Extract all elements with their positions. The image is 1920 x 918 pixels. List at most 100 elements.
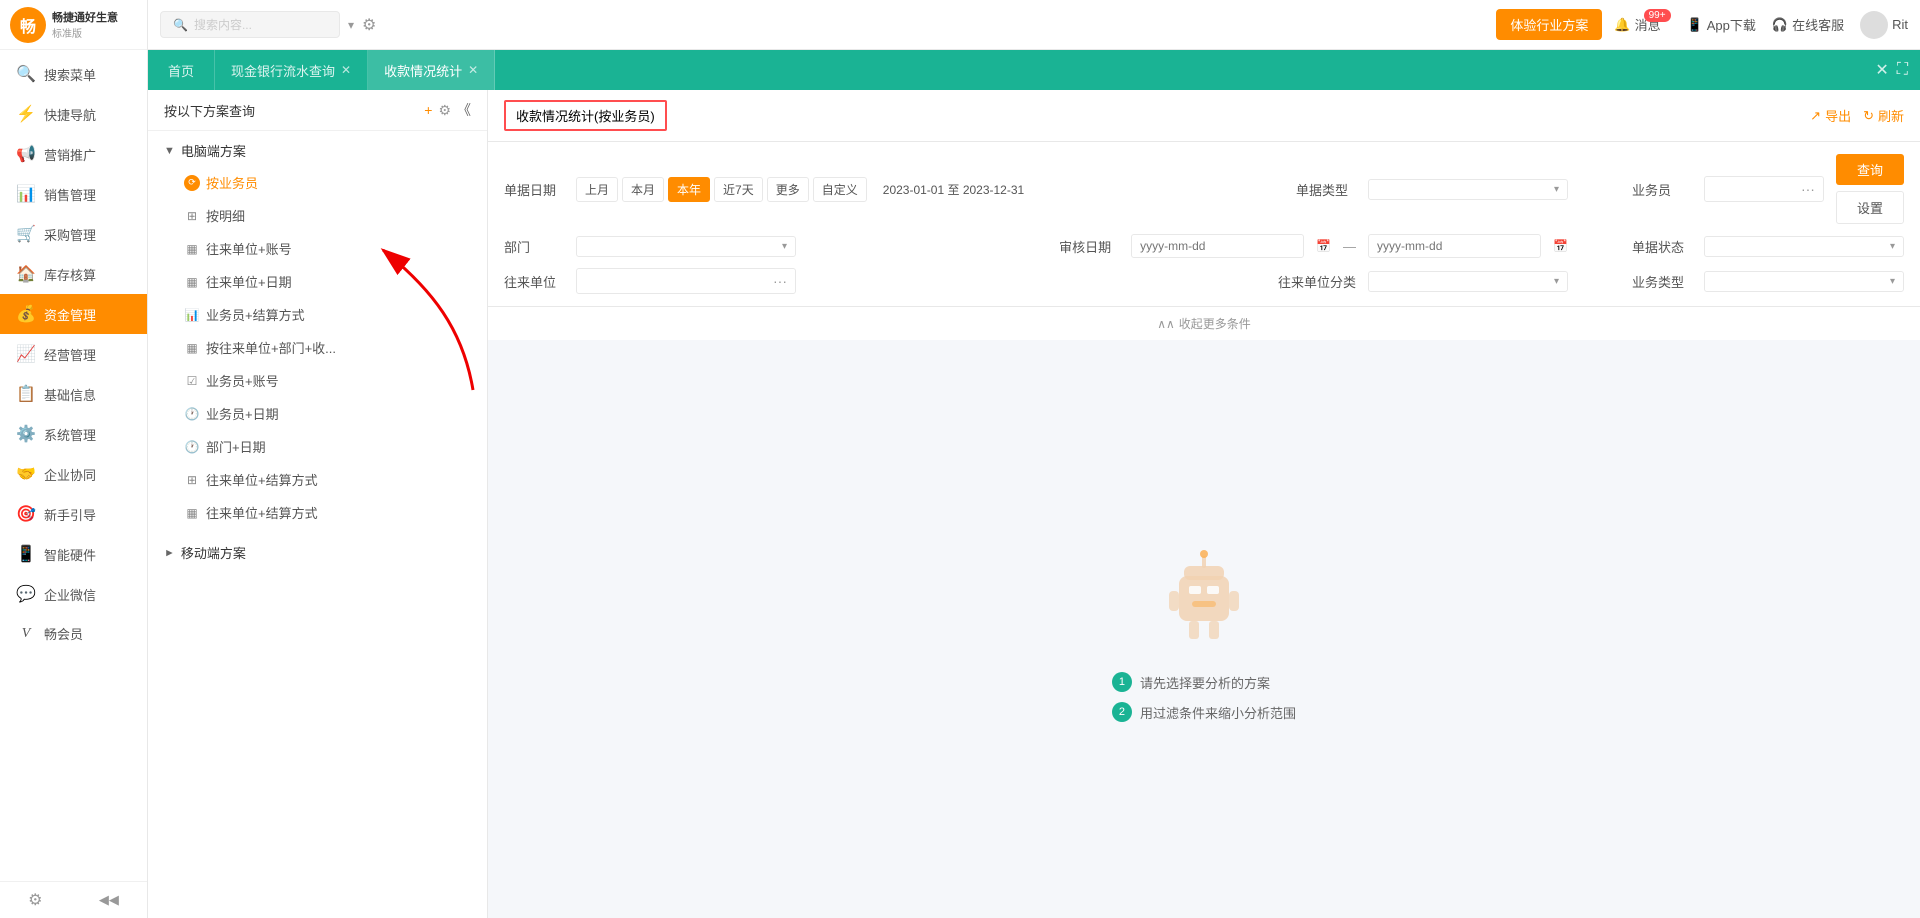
home-tab-label: 首页 [168,61,194,80]
notification-button[interactable]: 🔔 消息 99+ [1614,15,1660,34]
doc-status-select[interactable]: ▾ [1704,236,1904,257]
inventory-icon: 🏠 [16,264,36,284]
staff-more-icon[interactable]: ··· [1801,181,1815,197]
scheme-item-unit-date-label: 往来单位+日期 [206,272,292,291]
sidebar-item-operation[interactable]: 📈 经营管理 [0,334,147,374]
sidebar-item-wechat[interactable]: 💬 企业微信 [0,574,147,614]
sidebar-item-search[interactable]: 🔍 搜索菜单 [0,54,147,94]
scheme-group-mobile-header[interactable]: ▼ 移动端方案 [148,537,487,568]
date-btn-last-month[interactable]: 上月 [576,177,618,202]
scheme-item-unit-dept[interactable]: ▦ 按往来单位+部门+收... [148,331,487,364]
scheme-item-staff-account-label: 业务员+账号 [206,371,279,390]
maximize-icon[interactable]: ⛶ [1897,61,1908,79]
date-btn-7days[interactable]: 近7天 [714,177,763,202]
settings-button[interactable]: 设置 [1836,191,1904,224]
biz-type-select[interactable]: ▾ [1704,271,1904,292]
sidebar-item-system[interactable]: ⚙️ 系统管理 [0,414,147,454]
scheme-item-unit-settlement1[interactable]: ⊞ 往来单位+结算方式 [148,463,487,496]
staff-label: 业务员 [1632,180,1692,199]
query-button[interactable]: 查询 [1836,154,1904,185]
sidebar-item-shortcut[interactable]: ⚡ 快捷导航 [0,94,147,134]
scheme-item-unit-account[interactable]: ▦ 往来单位+账号 [148,232,487,265]
doc-type-select[interactable]: ▾ [1368,179,1568,200]
topbar-gear-icon[interactable]: ⚙ [362,15,376,35]
collection-tab-close[interactable]: ✕ [468,63,478,77]
date-label: 单据日期 [504,180,564,199]
sidebar-item-hardware[interactable]: 📱 智能硬件 [0,534,147,574]
calendar-to-icon[interactable]: 📅 [1553,239,1568,253]
sidebar-item-sales[interactable]: 📊 销售管理 [0,174,147,214]
purchase-icon: 🛒 [16,224,36,244]
scheme-item-detail[interactable]: ⊞ 按明细 [148,199,487,232]
sidebar-item-finance[interactable]: 💰 资金管理 [0,294,147,334]
partner-dots[interactable]: ··· [773,273,787,289]
tab-home[interactable]: 首页 [148,50,215,90]
sidebar-item-inventory[interactable]: 🏠 库存核算 [0,254,147,294]
collapse-sidebar-icon[interactable]: ◀◀ [99,892,119,908]
calendar-from-icon[interactable]: 📅 [1316,239,1331,253]
scheme-header: 按以下方案查询 + ⚙ 《 [148,90,487,131]
bank-tab-close[interactable]: ✕ [341,63,351,77]
corp-icon: 🤝 [16,464,36,484]
user-profile[interactable]: Rit [1860,11,1908,39]
bell-icon: 🔔 [1614,17,1630,33]
scheme-group-pc-header[interactable]: ▼ 电脑端方案 [148,135,487,166]
scheme-item-staff-account[interactable]: ☑ 业务员+账号 [148,364,487,397]
topbar-dropdown-icon[interactable]: ▾ [348,18,354,32]
partner-label: 往来单位 [504,272,564,291]
tab-collection[interactable]: 收款情况统计 ✕ [368,50,495,90]
scheme-item-unit-settlement2[interactable]: ▦ 往来单位+结算方式 [148,496,487,529]
scheme-settings-icon[interactable]: ⚙ [438,102,451,119]
sidebar-item-member[interactable]: V 畅会员 [0,614,147,653]
sidebar-item-corp[interactable]: 🤝 企业协同 [0,454,147,494]
scheme-item-detail-label: 按明细 [206,206,245,225]
page-header-actions: ↗ 导出 ↻ 刷新 [1810,106,1904,125]
dept-label: 部门 [504,237,564,256]
sidebar-item-purchase[interactable]: 🛒 采购管理 [0,214,147,254]
audit-date-from[interactable] [1131,234,1304,258]
sales-icon: 📊 [16,184,36,204]
base-icon: 📋 [16,384,36,404]
group-title-mobile: 移动端方案 [181,543,246,562]
sidebar-item-guide[interactable]: 🎯 新手引导 [0,494,147,534]
scheme-group-mobile: ▼ 移动端方案 [148,533,487,572]
scheme-collapse-icon[interactable]: 《 [457,100,471,120]
scheme-item-unit-date[interactable]: ▦ 往来单位+日期 [148,265,487,298]
filter-row-2: 部门 ▾ 审核日期 📅 — 📅 单据状态 [504,234,1904,258]
tip-text-2: 用过滤条件来缩小分析范围 [1140,703,1296,722]
close-window-icon[interactable]: ✕ [1875,60,1888,80]
app-download-button[interactable]: 📱 App下载 [1687,15,1756,34]
partner-category-select[interactable]: ▾ [1368,271,1568,292]
scheme-item-staff-date[interactable]: 🕐 业务员+日期 [148,397,487,430]
export-button[interactable]: ↗ 导出 [1810,106,1851,125]
scheme-item-dept-date[interactable]: 🕐 部门+日期 [148,430,487,463]
scheme-item-staff-settlement[interactable]: 📊 业务员+结算方式 [148,298,487,331]
dept-select[interactable]: ▾ [576,236,796,257]
tab-bank[interactable]: 现金银行流水查询 ✕ [215,50,368,90]
collapse-bar[interactable]: ∧∧ 收起更多条件 [488,307,1920,340]
guide-icon: 🎯 [16,504,36,524]
sidebar-item-marketing[interactable]: 📢 营销推广 [0,134,147,174]
scheme-add-icon[interactable]: + [424,102,432,118]
dept-chevron: ▾ [782,241,787,252]
staff-select[interactable]: ··· [1704,176,1824,202]
date-btn-custom[interactable]: 自定义 [813,177,867,202]
logo-area: 畅 畅捷通好生意 标准版 [0,0,147,50]
empty-illustration [1144,536,1264,656]
unit-dept-icon: ▦ [184,340,200,356]
scheme-item-staff[interactable]: ⟳ 按业务员 [148,166,487,199]
online-service-button[interactable]: 🎧 在线客服 [1772,15,1844,34]
sidebar-item-base[interactable]: 📋 基础信息 [0,374,147,414]
tip-text-1: 请先选择要分析的方案 [1140,673,1270,692]
settings-footer-icon[interactable]: ⚙ [28,890,42,910]
refresh-button[interactable]: ↻ 刷新 [1863,106,1904,125]
partner-select[interactable]: ··· [576,268,796,294]
cta-button[interactable]: 体验行业方案 [1496,9,1602,40]
date-btn-this-year[interactable]: 本年 [668,177,710,202]
action-buttons: 查询 设置 [1836,154,1904,224]
scheme-item-dept-date-label: 部门+日期 [206,437,266,456]
audit-date-to[interactable] [1368,234,1541,258]
date-btn-more[interactable]: 更多 [767,177,809,202]
finance-icon: 💰 [16,304,36,324]
date-btn-this-month[interactable]: 本月 [622,177,664,202]
